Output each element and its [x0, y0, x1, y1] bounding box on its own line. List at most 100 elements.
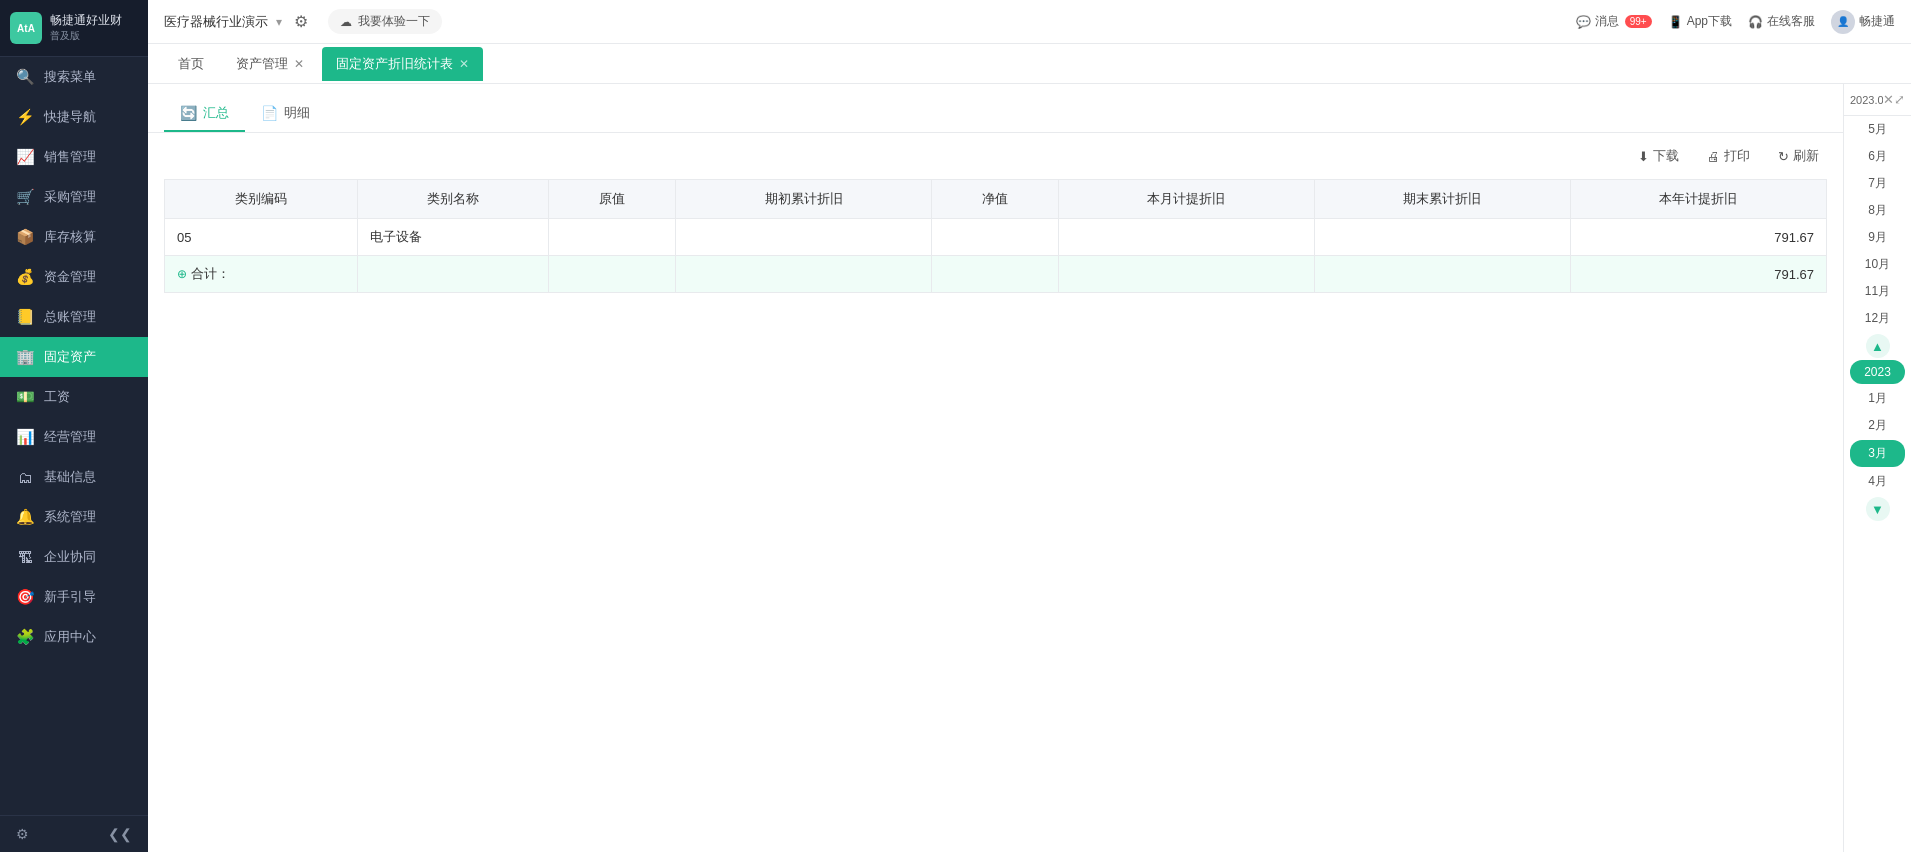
- sidebar-item-search[interactable]: 🔍 搜索菜单: [0, 57, 148, 97]
- fixed-label: 固定资产: [44, 348, 96, 366]
- tabs-bar: 首页资产管理✕固定资产折旧统计表✕: [148, 44, 1911, 84]
- col-header-5: 本月计提折旧: [1058, 180, 1314, 219]
- username: 畅捷通: [1859, 13, 1895, 30]
- experience-button[interactable]: ☁ 我要体验一下: [328, 9, 442, 34]
- sidebar-item-enterprise[interactable]: 🏗 企业协同: [0, 537, 148, 577]
- sidebar-edition: 普及版: [50, 29, 122, 43]
- date-month-1月[interactable]: 1月: [1844, 385, 1911, 412]
- tab-home[interactable]: 首页: [164, 47, 218, 81]
- sidebar-item-guide[interactable]: 🎯 新手引导: [0, 577, 148, 617]
- cell-0-3: [676, 219, 932, 256]
- sidebar-item-system[interactable]: 🔔 系统管理: [0, 497, 148, 537]
- apps-icon: 🧩: [16, 628, 34, 646]
- date-month-3月[interactable]: 3月: [1850, 440, 1905, 467]
- experience-label: 我要体验一下: [358, 13, 430, 30]
- basic-label: 基础信息: [44, 468, 96, 486]
- refresh-button[interactable]: ↻ 刷新: [1770, 143, 1827, 169]
- print-icon: 🖨: [1707, 149, 1720, 164]
- sidebar-item-ledger[interactable]: 📒 总账管理: [0, 297, 148, 337]
- sidebar-item-quicknav[interactable]: ⚡ 快捷导航: [0, 97, 148, 137]
- sidebar-item-inventory[interactable]: 📦 库存核算: [0, 217, 148, 257]
- col-header-0: 类别编码: [165, 180, 358, 219]
- panel-title: 2023.03: [1850, 94, 1883, 106]
- date-month-prev-9月[interactable]: 9月: [1844, 224, 1911, 251]
- enterprise-icon: 🏗: [16, 549, 34, 566]
- col-header-2: 原值: [549, 180, 676, 219]
- date-month-prev-12月[interactable]: 12月: [1844, 305, 1911, 332]
- inventory-label: 库存核算: [44, 228, 96, 246]
- sidebar-header: AtA 畅捷通好业财 普及版: [0, 0, 148, 57]
- collapse-icon[interactable]: ❮❮: [108, 826, 132, 842]
- panel-close-icon[interactable]: ✕: [1883, 92, 1894, 107]
- date-list[interactable]: 5月6月7月8月9月10月11月12月▲20231月2月3月4月▼: [1844, 116, 1911, 852]
- online-service-button[interactable]: 🎧 在线客服: [1748, 13, 1815, 30]
- cell-0-4: [932, 219, 1059, 256]
- settings-icon[interactable]: ⚙: [16, 826, 29, 842]
- sidebar-title: 畅捷通好业财: [50, 13, 122, 29]
- topbar-right: 💬 消息 99+ 📱 App下载 🎧 在线客服 👤 畅捷通: [1576, 10, 1895, 34]
- apps-label: 应用中心: [44, 628, 96, 646]
- total-cell-4: [932, 256, 1059, 293]
- subtab-summary[interactable]: 🔄 汇总: [164, 96, 245, 132]
- table-body: 05电子设备791.67⊕ 合计：791.67: [165, 219, 1827, 293]
- topbar-settings-icon[interactable]: ⚙: [294, 12, 308, 31]
- ledger-label: 总账管理: [44, 308, 96, 326]
- system-label: 系统管理: [44, 508, 96, 526]
- app-download-button[interactable]: 📱 App下载: [1668, 13, 1732, 30]
- subtab-icon-detail: 📄: [261, 105, 278, 121]
- panel-expand-icon[interactable]: ⤢: [1894, 92, 1905, 107]
- date-month-prev-5月[interactable]: 5月: [1844, 116, 1911, 143]
- date-year-label: 2023: [1850, 360, 1905, 384]
- operations-label: 经营管理: [44, 428, 96, 446]
- sidebar: AtA 畅捷通好业财 普及版 🔍 搜索菜单 ⚡ 快捷导航 📈 销售管理 🛒 采购…: [0, 0, 148, 852]
- sidebar-item-operations[interactable]: 📊 经营管理: [0, 417, 148, 457]
- cell-0-7: 791.67: [1570, 219, 1826, 256]
- search-icon: 🔍: [16, 68, 34, 86]
- message-icon: 💬: [1576, 15, 1591, 29]
- sidebar-item-salary[interactable]: 💵 工资: [0, 377, 148, 417]
- download-button[interactable]: ⬇ 下载: [1630, 143, 1687, 169]
- sidebar-item-funds[interactable]: 💰 资金管理: [0, 257, 148, 297]
- tab-close-asset-mgmt[interactable]: ✕: [294, 57, 304, 71]
- subtab-label-summary: 汇总: [203, 104, 229, 122]
- date-scroll-up[interactable]: ▲: [1866, 334, 1890, 358]
- col-header-6: 期末累计折旧: [1314, 180, 1570, 219]
- sidebar-item-basic[interactable]: 🗂 基础信息: [0, 457, 148, 497]
- purchase-icon: 🛒: [16, 188, 34, 206]
- cell-0-2: [549, 219, 676, 256]
- tab-label-home: 首页: [178, 55, 204, 73]
- company-chevron-icon[interactable]: ▾: [276, 15, 282, 29]
- date-month-2月[interactable]: 2月: [1844, 412, 1911, 439]
- sidebar-nav: 🔍 搜索菜单 ⚡ 快捷导航 📈 销售管理 🛒 采购管理 📦 库存核算 💰 资金管…: [0, 57, 148, 815]
- date-month-prev-6月[interactable]: 6月: [1844, 143, 1911, 170]
- messages-button[interactable]: 💬 消息 99+: [1576, 13, 1652, 30]
- table-row: 05电子设备791.67: [165, 219, 1827, 256]
- download-label: 下载: [1653, 147, 1679, 165]
- sidebar-item-sales[interactable]: 📈 销售管理: [0, 137, 148, 177]
- subtab-detail[interactable]: 📄 明细: [245, 96, 326, 132]
- print-button[interactable]: 🖨 打印: [1699, 143, 1758, 169]
- sidebar-item-purchase[interactable]: 🛒 采购管理: [0, 177, 148, 217]
- messages-label: 消息: [1595, 13, 1619, 30]
- tab-depreciation[interactable]: 固定资产折旧统计表✕: [322, 47, 483, 81]
- date-month-4月[interactable]: 4月: [1844, 468, 1911, 495]
- ledger-icon: 📒: [16, 308, 34, 326]
- user-menu[interactable]: 👤 畅捷通: [1831, 10, 1895, 34]
- col-header-7: 本年计提折旧: [1570, 180, 1826, 219]
- print-label: 打印: [1724, 147, 1750, 165]
- main-content: 医疗器械行业演示 ▾ ⚙ ☁ 我要体验一下 💬 消息 99+ 📱 App下载 🎧…: [148, 0, 1911, 852]
- date-month-prev-8月[interactable]: 8月: [1844, 197, 1911, 224]
- date-month-prev-11月[interactable]: 11月: [1844, 278, 1911, 305]
- date-month-prev-10月[interactable]: 10月: [1844, 251, 1911, 278]
- sidebar-item-fixed[interactable]: 🏢 固定资产: [0, 337, 148, 377]
- refresh-icon: ↻: [1778, 149, 1789, 164]
- tab-close-depreciation[interactable]: ✕: [459, 57, 469, 71]
- sidebar-item-apps[interactable]: 🧩 应用中心: [0, 617, 148, 657]
- inventory-icon: 📦: [16, 228, 34, 246]
- date-month-prev-7月[interactable]: 7月: [1844, 170, 1911, 197]
- guide-label: 新手引导: [44, 588, 96, 606]
- depreciation-table: 类别编码类别名称原值期初累计折旧净值本月计提折旧期末累计折旧本年计提折旧 05电…: [164, 179, 1827, 293]
- fixed-icon: 🏢: [16, 348, 34, 366]
- date-scroll-down[interactable]: ▼: [1866, 497, 1890, 521]
- tab-asset-mgmt[interactable]: 资产管理✕: [222, 47, 318, 81]
